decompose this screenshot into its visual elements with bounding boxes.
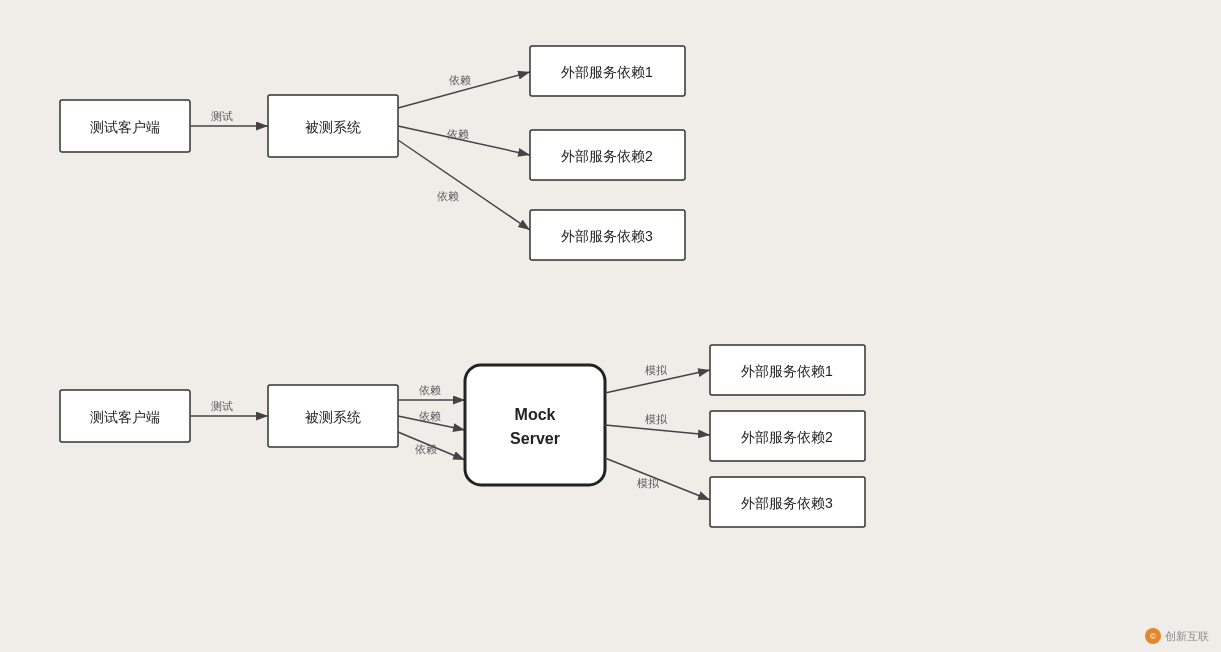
watermark-icon: © (1145, 628, 1161, 644)
top-system-label: 被测系统 (305, 119, 361, 135)
bottom-mock-label3: 模拟 (637, 477, 660, 489)
diagram-svg: 测试客户端 测试 被测系统 依赖 依赖 依赖 外部服务依赖1 外部服务依赖2 外… (0, 0, 1221, 652)
top-dep2-label: 依赖 (447, 128, 469, 140)
bottom-client-label: 测试客户端 (90, 409, 160, 425)
bottom-dep-label2: 依赖 (419, 410, 441, 422)
diagram-container: 测试客户端 测试 被测系统 依赖 依赖 依赖 外部服务依赖1 外部服务依赖2 外… (0, 0, 1221, 652)
mock-server-box (465, 365, 605, 485)
mock-server-label2: Server (510, 430, 560, 447)
top-client-label: 测试客户端 (90, 119, 160, 135)
top-dep3-label: 依赖 (437, 190, 459, 202)
bottom-mock-label1: 模拟 (645, 364, 668, 376)
bottom-arrow-dep2 (605, 425, 710, 435)
bottom-dep1-text: 外部服务依赖1 (741, 363, 833, 379)
bottom-mock-label2: 模拟 (645, 413, 668, 425)
mock-server-label1: Mock (515, 406, 556, 423)
top-arrow-dep3 (398, 140, 530, 230)
top-dep1-label: 依赖 (449, 74, 471, 86)
watermark: © 创新互联 (1145, 628, 1209, 644)
top-dep3-text: 外部服务依赖3 (561, 228, 653, 244)
bottom-dep-label3: 依赖 (415, 443, 437, 455)
bottom-arrow1-label: 测试 (211, 400, 233, 412)
bottom-dep3-text: 外部服务依赖3 (741, 495, 833, 511)
bottom-dep2-text: 外部服务依赖2 (741, 429, 833, 445)
watermark-text: 创新互联 (1165, 629, 1209, 644)
bottom-dep-label1: 依赖 (419, 384, 441, 396)
top-arrow1-label: 测试 (211, 110, 233, 122)
bottom-system-label: 被测系统 (305, 409, 361, 425)
top-dep1-text: 外部服务依赖1 (561, 64, 653, 80)
top-dep2-text: 外部服务依赖2 (561, 148, 653, 164)
